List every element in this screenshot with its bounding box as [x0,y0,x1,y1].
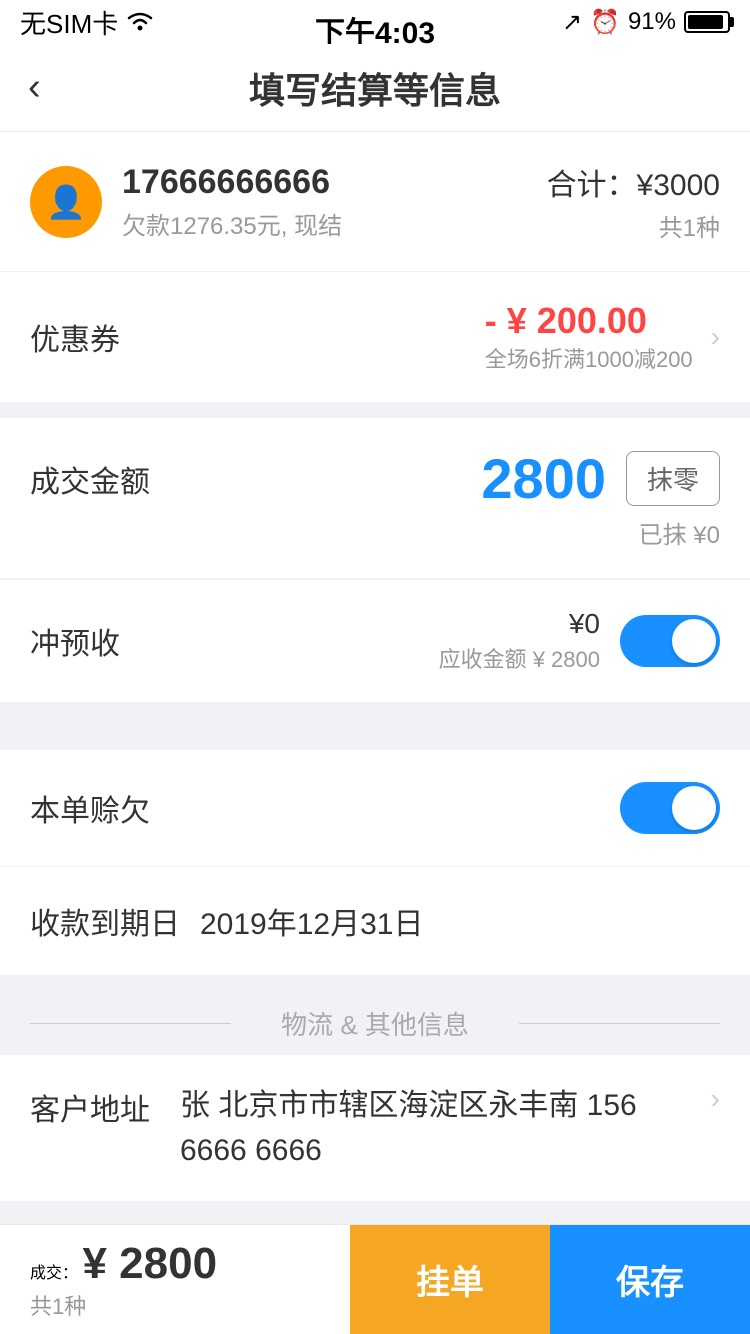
deal-sub: 已抹 ¥0 [30,515,720,550]
bottom-summary: 成交： ¥ 2800 共1种 [0,1239,350,1321]
amount-label: 成交金额 [30,457,150,501]
credit-row: 本单赊欠 [0,750,750,866]
credit-label: 本单赊欠 [30,786,150,830]
avatar: 👤 [30,166,102,238]
address-row[interactable]: 客户地址 张 北京市市辖区海淀区永丰南 156 6666 6666 › [0,1055,750,1201]
status-bar: 无SIM卡 下午4:03 ↗ ⏰ 91% [0,0,750,44]
due-label: 收款到期日 [30,899,180,943]
bottom-deal-row: 成交： ¥ 2800 [30,1239,320,1289]
user-info-card: 👤 17666666666 欠款1276.35元, 现结 合计：¥3000 共1… [0,132,750,402]
due-date: 2019年12月31日 [200,899,423,943]
location-icon: ↗ [562,8,582,37]
bottom-deal-amount: ¥ 2800 [82,1239,217,1288]
user-left: 👤 17666666666 欠款1276.35元, 现结 [30,163,342,241]
prepay-label: 冲预收 [30,619,120,663]
address-section: 客户地址 张 北京市市辖区海淀区永丰南 156 6666 6666 › [0,1055,750,1201]
prepay-card: 冲预收 ¥0 应收金额 ¥ 2800 [0,578,750,702]
bottom-bar: 成交： ¥ 2800 共1种 挂单 保存 [0,1224,750,1334]
coupon-label: 优惠券 [30,315,120,359]
logistics-divider: 物流 & 其他信息 [0,991,750,1055]
hold-button[interactable]: 挂单 [350,1225,550,1334]
address-label: 客户地址 [30,1083,150,1129]
credit-section: 本单赊欠 [0,750,750,866]
credit-toggle[interactable] [620,782,720,834]
bottom-deal-count: 共1种 [30,1289,320,1321]
due-row: 收款到期日 2019年12月31日 [0,867,750,975]
user-info: 17666666666 欠款1276.35元, 现结 [122,163,342,241]
carrier-text: 无SIM卡 [20,4,118,41]
prepay-row: 冲预收 ¥0 应收金额 ¥ 2800 [0,579,750,702]
amount-section: 成交金额 2800 抹零 已抹 ¥0 [0,418,750,578]
user-right: 合计：¥3000 共1种 [547,160,720,243]
due-section: 收款到期日 2019年12月31日 [0,866,750,975]
prepay-value: ¥0 [439,608,600,640]
credit-toggle-knob [672,786,716,830]
user-row: 👤 17666666666 欠款1276.35元, 现结 合计：¥3000 共1… [0,132,750,271]
prepay-toggle[interactable] [620,615,720,667]
order-count: 共1种 [547,208,720,243]
logistics-line-right [519,1023,720,1024]
coupon-info: - ¥ 200.00 全场6折满1000减200 [485,300,693,374]
round-button[interactable]: 抹零 [626,451,720,506]
amount-row: 成交金额 2800 抹零 [30,446,720,511]
alarm-icon: ⏰ [590,8,620,37]
prepay-right: ¥0 应收金额 ¥ 2800 [439,608,720,674]
amount-right: 2800 抹零 [481,446,720,511]
content-area: 👤 17666666666 欠款1276.35元, 现结 合计：¥3000 共1… [0,132,750,1321]
status-left: 无SIM卡 [20,4,154,41]
back-button[interactable]: ‹ [28,66,41,109]
status-right: ↗ ⏰ 91% [562,8,730,37]
battery-percent: 91% [628,8,676,36]
user-phone: 17666666666 [122,163,342,202]
logistics-line-left [30,1023,231,1024]
save-button[interactable]: 保存 [550,1225,750,1334]
prepay-sub: 应收金额 ¥ 2800 [439,642,600,674]
logistics-text: 物流 & 其他信息 [281,1005,469,1042]
order-total: 合计：¥3000 [547,160,720,204]
prepay-toggle-knob [672,619,716,663]
coupon-right: - ¥ 200.00 全场6折满1000减200 › [485,300,720,374]
user-debt: 欠款1276.35元, 现结 [122,206,342,241]
address-chevron: › [711,1083,720,1115]
bottom-deal-label: 成交： [30,1265,78,1282]
page-title: 填写结算等信息 [249,62,501,114]
address-value: 张 北京市市辖区海淀区永丰南 156 6666 6666 [180,1083,703,1173]
section-divider-1 [0,718,750,734]
coupon-desc: 全场6折满1000减200 [485,342,693,374]
coupon-amount: - ¥ 200.00 [485,300,693,342]
prepay-amount: ¥0 应收金额 ¥ 2800 [439,608,600,674]
wifi-icon [126,12,154,32]
coupon-row[interactable]: 优惠券 - ¥ 200.00 全场6折满1000减200 › [0,271,750,402]
avatar-icon: 👤 [46,183,86,221]
deal-value: 2800 [481,446,606,511]
nav-bar: ‹ 填写结算等信息 [0,44,750,132]
battery-icon [684,11,730,33]
coupon-chevron: › [711,321,720,353]
